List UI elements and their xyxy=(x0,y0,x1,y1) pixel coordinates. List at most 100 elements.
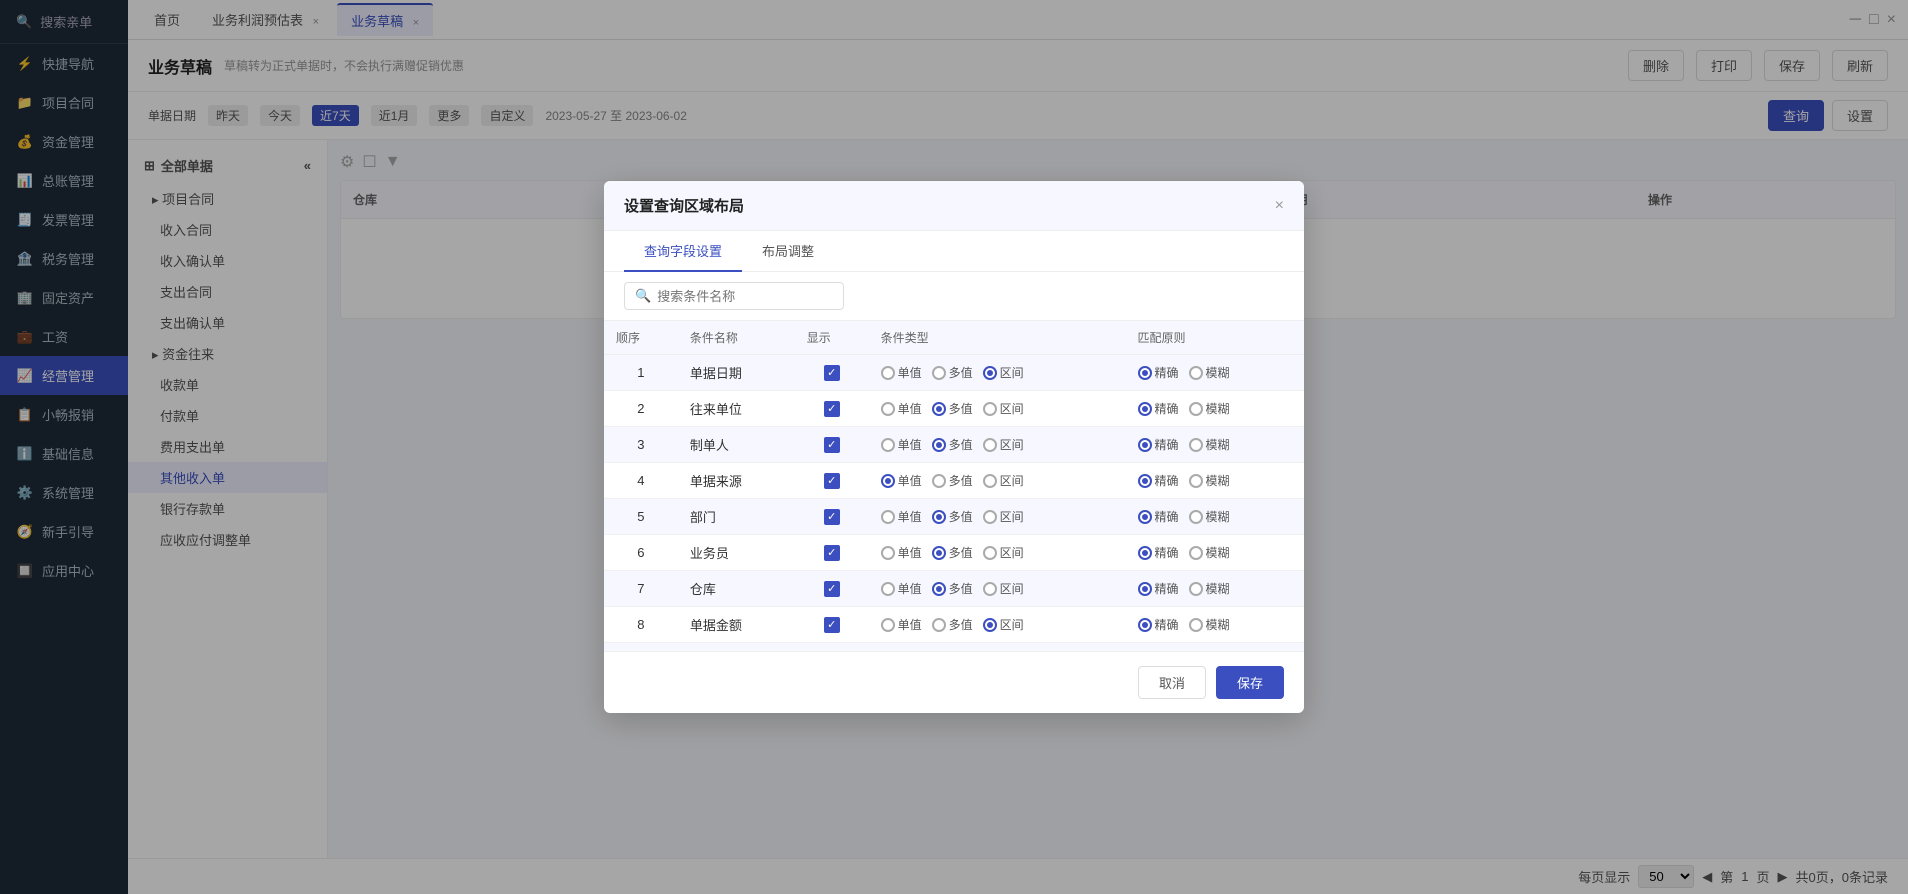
radio-match_exact[interactable]: 精确 xyxy=(1138,472,1179,489)
radio-dot xyxy=(881,438,895,452)
radio-type_range[interactable]: 区间 xyxy=(983,508,1024,525)
modal-overlay: 设置查询区域布局 × 查询字段设置 布局调整 🔍 顺序 xyxy=(0,0,1908,894)
radio-match_fuzzy[interactable]: 模糊 xyxy=(1189,436,1230,453)
radio-type_multi[interactable]: 多值 xyxy=(932,364,973,381)
tab-layout-adjust[interactable]: 布局调整 xyxy=(742,231,834,272)
radio-type_multi[interactable]: 多值 xyxy=(932,616,973,633)
search-input[interactable] xyxy=(657,289,827,304)
radio-type_multi[interactable]: 多值 xyxy=(932,400,973,417)
th-name: 条件名称 xyxy=(678,321,795,355)
radio-dot xyxy=(983,474,997,488)
radio-type_single[interactable]: 单值 xyxy=(881,616,922,633)
radio-dot xyxy=(1189,546,1203,560)
radio-type_multi[interactable]: 多值 xyxy=(932,436,973,453)
display-checkbox[interactable]: ✓ xyxy=(824,401,840,417)
display-checkbox[interactable]: ✓ xyxy=(824,617,840,633)
radio-type_range[interactable]: 区间 xyxy=(983,400,1024,417)
radio-match_exact[interactable]: 精确 xyxy=(1138,616,1179,633)
search-box: 🔍 xyxy=(624,282,844,310)
radio-match_fuzzy[interactable]: 模糊 xyxy=(1189,472,1230,489)
radio-dot xyxy=(1189,582,1203,596)
radio-dot xyxy=(1138,402,1152,416)
radio-type_single[interactable]: 单值 xyxy=(881,580,922,597)
radio-match_fuzzy[interactable]: 模糊 xyxy=(1189,364,1230,381)
dialog-close-button[interactable]: × xyxy=(1275,197,1284,215)
cell-display: ✓ xyxy=(795,535,869,571)
display-checkbox[interactable]: ✓ xyxy=(824,509,840,525)
cell-order: 9 xyxy=(604,643,678,652)
radio-dot xyxy=(932,546,946,560)
radio-match_fuzzy[interactable]: 模糊 xyxy=(1189,400,1230,417)
display-checkbox[interactable]: ✓ xyxy=(824,545,840,561)
radio-match_fuzzy[interactable]: 模糊 xyxy=(1189,580,1230,597)
cell-display: ✓ xyxy=(795,643,869,652)
cell-name: 单据金额 xyxy=(678,607,795,643)
cell-match: 精确模糊 xyxy=(1126,607,1304,643)
table-row: 2往来单位✓单值多值区间精确模糊 xyxy=(604,391,1304,427)
radio-type_single[interactable]: 单值 xyxy=(881,508,922,525)
radio-dot xyxy=(932,582,946,596)
dialog-tabs: 查询字段设置 布局调整 xyxy=(604,231,1304,272)
radio-type_range[interactable]: 区间 xyxy=(983,544,1024,561)
save-dialog-button[interactable]: 保存 xyxy=(1216,666,1284,699)
radio-match_exact[interactable]: 精确 xyxy=(1138,364,1179,381)
radio-match_fuzzy[interactable]: 模糊 xyxy=(1189,508,1230,525)
radio-type_range[interactable]: 区间 xyxy=(983,472,1024,489)
radio-type_range[interactable]: 区间 xyxy=(983,580,1024,597)
display-checkbox[interactable]: ✓ xyxy=(824,437,840,453)
dialog-footer: 取消 保存 xyxy=(604,651,1304,713)
table-row: 5部门✓单值多值区间精确模糊 xyxy=(604,499,1304,535)
display-checkbox[interactable]: ✓ xyxy=(824,581,840,597)
table-row: 1单据日期✓单值多值区间精确模糊 xyxy=(604,355,1304,391)
radio-dot xyxy=(932,474,946,488)
cancel-button[interactable]: 取消 xyxy=(1138,666,1206,699)
th-match: 匹配原则 xyxy=(1126,321,1304,355)
table-row: 3制单人✓单值多值区间精确模糊 xyxy=(604,427,1304,463)
radio-type_range[interactable]: 区间 xyxy=(983,364,1024,381)
radio-dot xyxy=(881,510,895,524)
radio-dot xyxy=(1138,618,1152,632)
radio-dot xyxy=(1138,510,1152,524)
radio-type_single[interactable]: 单值 xyxy=(881,544,922,561)
radio-type_multi[interactable]: 多值 xyxy=(932,544,973,561)
radio-type_multi[interactable]: 多值 xyxy=(932,508,973,525)
cell-display: ✓ xyxy=(795,427,869,463)
radio-dot xyxy=(1138,366,1152,380)
radio-type_single[interactable]: 单值 xyxy=(881,364,922,381)
radio-type_single[interactable]: 单值 xyxy=(881,400,922,417)
th-type: 条件类型 xyxy=(869,321,1126,355)
cell-order: 3 xyxy=(604,427,678,463)
radio-match_exact[interactable]: 精确 xyxy=(1138,544,1179,561)
radio-match_exact[interactable]: 精确 xyxy=(1138,580,1179,597)
display-checkbox[interactable]: ✓ xyxy=(824,365,840,381)
cell-type: 单值多值区间 xyxy=(869,535,1126,571)
radio-type_range[interactable]: 区间 xyxy=(983,436,1024,453)
cell-type: 单值多值区间 xyxy=(869,391,1126,427)
radio-type_multi[interactable]: 多值 xyxy=(932,580,973,597)
cell-order: 5 xyxy=(604,499,678,535)
radio-type_range[interactable]: 区间 xyxy=(983,616,1024,633)
radio-dot xyxy=(1189,438,1203,452)
radio-type_single[interactable]: 单值 xyxy=(881,472,922,489)
cell-order: 8 xyxy=(604,607,678,643)
tab-field-settings[interactable]: 查询字段设置 xyxy=(624,231,742,272)
cell-display: ✓ xyxy=(795,571,869,607)
display-checkbox[interactable]: ✓ xyxy=(824,473,840,489)
radio-dot xyxy=(932,438,946,452)
search-icon: 🔍 xyxy=(635,288,651,304)
cell-match: 精确模糊 xyxy=(1126,499,1304,535)
radio-type_single[interactable]: 单值 xyxy=(881,436,922,453)
dialog-body: 顺序 条件名称 显示 条件类型 匹配原则 1单据日期✓单值多值区间精确模糊2往来… xyxy=(604,321,1304,651)
cell-name: 往来单位 xyxy=(678,391,795,427)
cell-name: 单据日期 xyxy=(678,355,795,391)
config-table: 顺序 条件名称 显示 条件类型 匹配原则 1单据日期✓单值多值区间精确模糊2往来… xyxy=(604,321,1304,651)
radio-match_exact[interactable]: 精确 xyxy=(1138,400,1179,417)
radio-type_multi[interactable]: 多值 xyxy=(932,472,973,489)
radio-match_exact[interactable]: 精确 xyxy=(1138,508,1179,525)
table-row: 7仓库✓单值多值区间精确模糊 xyxy=(604,571,1304,607)
radio-match_exact[interactable]: 精确 xyxy=(1138,436,1179,453)
radio-dot xyxy=(1189,366,1203,380)
radio-match_fuzzy[interactable]: 模糊 xyxy=(1189,544,1230,561)
radio-dot xyxy=(881,546,895,560)
radio-match_fuzzy[interactable]: 模糊 xyxy=(1189,616,1230,633)
